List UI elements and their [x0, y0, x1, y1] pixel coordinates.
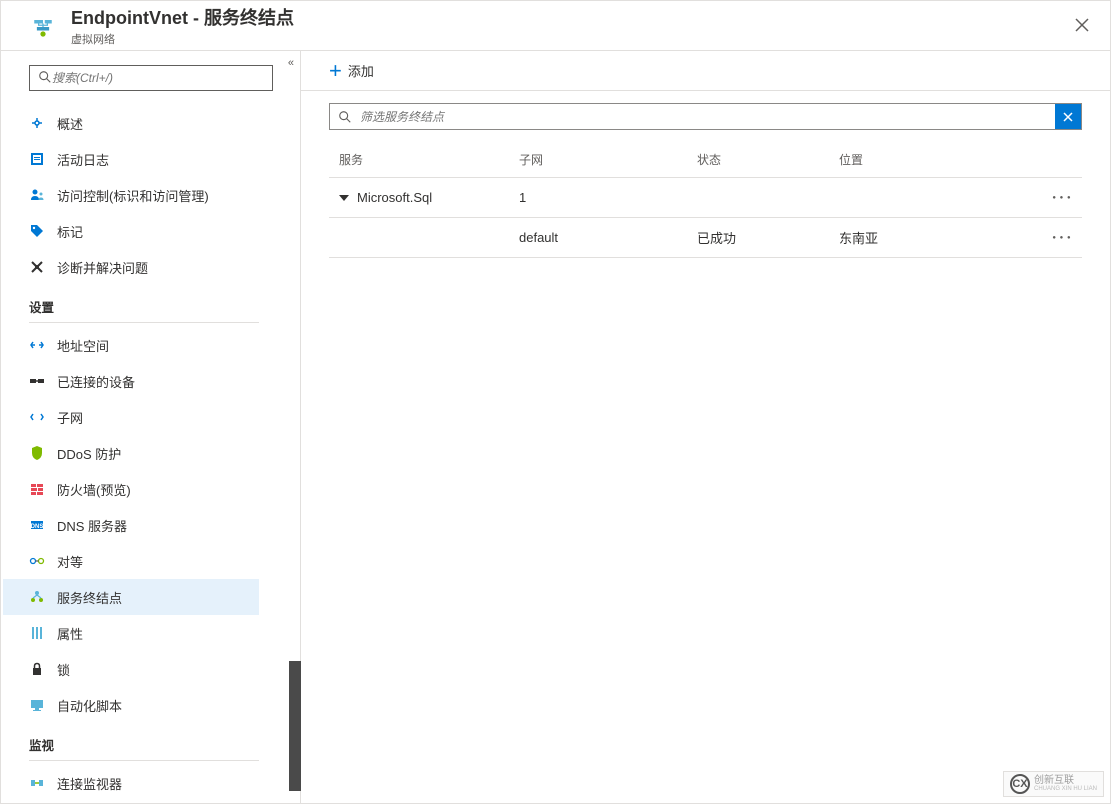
sidebar-item-dns[interactable]: DNS DNS 服务器: [3, 507, 259, 543]
sidebar-item-label: 服务终结点: [57, 588, 122, 607]
row-actions-button[interactable]: ● ● ●: [1042, 195, 1082, 201]
blade-header: EndpointVnet - 服务终结点 虚拟网络: [1, 1, 1110, 51]
filter-input[interactable]: [360, 110, 1055, 124]
sidebar-item-label: 地址空间: [57, 336, 109, 355]
automation-icon: [29, 697, 45, 713]
search-icon: [330, 110, 360, 124]
service-endpoints-icon: [29, 589, 45, 605]
add-button-label: 添加: [348, 61, 374, 80]
service-endpoints-table: 服务 子网 状态 位置 Microsoft.Sql 1 ● ● ● defaul…: [301, 142, 1110, 258]
sidebar-search-input[interactable]: [52, 71, 264, 85]
sidebar-item-automation[interactable]: 自动化脚本: [3, 687, 259, 723]
close-button[interactable]: [1068, 11, 1096, 39]
sidebar-item-label: 诊断并解决问题: [57, 258, 148, 277]
peering-icon: [29, 553, 45, 569]
activity-log-icon: [29, 151, 45, 167]
sidebar-item-label: 锁: [57, 660, 70, 679]
connection-monitor-icon: [29, 775, 45, 791]
sidebar-item-label: 概述: [57, 114, 83, 133]
ddos-icon: [29, 445, 45, 461]
lock-icon: [29, 661, 45, 677]
page-title: EndpointVnet - 服务终结点: [71, 4, 294, 30]
group-subnet-count: 1: [519, 190, 697, 205]
access-control-icon: [29, 187, 45, 203]
sidebar-item-ddos[interactable]: DDoS 防护: [3, 435, 259, 471]
sidebar-item-subnets[interactable]: 子网: [3, 399, 259, 435]
clear-filter-button[interactable]: [1055, 104, 1081, 129]
chevron-down-icon: [339, 195, 349, 201]
sidebar-item-firewall[interactable]: 防火墙(预览): [3, 471, 259, 507]
sidebar: « 概述 活动日志 访问控制(标识和访问管理) 标记 诊断并解决问题: [1, 51, 301, 803]
cell-status: 已成功: [697, 228, 839, 247]
sidebar-item-address-space[interactable]: 地址空间: [3, 327, 259, 363]
watermark: CX 创新互联 CHUANG XIN HU LIAN: [1003, 771, 1104, 797]
plus-icon: +: [329, 60, 342, 82]
row-actions-button[interactable]: ● ● ●: [1042, 235, 1082, 241]
sidebar-item-connection-monitor[interactable]: 连接监视器: [3, 765, 259, 801]
sidebar-item-label: 已连接的设备: [57, 372, 135, 391]
table-group-row[interactable]: Microsoft.Sql 1 ● ● ●: [329, 178, 1082, 218]
sidebar-section-settings: 设置: [29, 285, 259, 323]
sidebar-item-label: 防火墙(预览): [57, 480, 131, 499]
firewall-icon: [29, 481, 45, 497]
sidebar-item-connected-devices[interactable]: 已连接的设备: [3, 363, 259, 399]
sidebar-item-label: 属性: [57, 624, 83, 643]
sidebar-item-access-control[interactable]: 访问控制(标识和访问管理): [3, 177, 259, 213]
add-button[interactable]: + 添加: [329, 60, 374, 82]
sidebar-item-label: DDoS 防护: [57, 444, 121, 463]
address-space-icon: [29, 337, 45, 353]
svg-text:DNS: DNS: [31, 524, 44, 530]
overview-icon: [29, 115, 45, 131]
group-service-name: Microsoft.Sql: [357, 190, 432, 205]
sidebar-item-label: 对等: [57, 552, 83, 571]
sidebar-scrollbar[interactable]: [289, 661, 301, 791]
sidebar-item-activity-log[interactable]: 活动日志: [3, 141, 259, 177]
sidebar-item-label: 子网: [57, 408, 83, 427]
column-header-location[interactable]: 位置: [839, 151, 1042, 168]
column-header-status[interactable]: 状态: [697, 151, 839, 168]
tags-icon: [29, 223, 45, 239]
toolbar: + 添加: [301, 51, 1110, 91]
diagnose-icon: [29, 259, 45, 275]
search-icon: [38, 70, 52, 87]
sidebar-item-locks[interactable]: 锁: [3, 651, 259, 687]
sidebar-item-tags[interactable]: 标记: [3, 213, 259, 249]
connected-devices-icon: [29, 373, 45, 389]
column-header-service[interactable]: 服务: [329, 151, 519, 168]
sidebar-item-label: 标记: [57, 222, 83, 241]
sidebar-item-overview[interactable]: 概述: [3, 105, 259, 141]
table-row[interactable]: default 已成功 东南亚 ● ● ●: [329, 218, 1082, 258]
sidebar-item-label: 活动日志: [57, 150, 109, 169]
sidebar-item-properties[interactable]: 属性: [3, 615, 259, 651]
sidebar-item-peering[interactable]: 对等: [3, 543, 259, 579]
sidebar-item-label: 连接监视器: [57, 774, 122, 793]
watermark-line2: CHUANG XIN HU LIAN: [1034, 786, 1097, 793]
filter-box[interactable]: [329, 103, 1082, 130]
sidebar-section-monitoring: 监视: [29, 723, 259, 761]
sidebar-item-label: DNS 服务器: [57, 516, 127, 535]
watermark-line1: 创新互联: [1034, 775, 1097, 786]
sidebar-item-label: 访问控制(标识和访问管理): [57, 186, 209, 205]
watermark-icon: CX: [1010, 774, 1030, 794]
sidebar-item-service-endpoints[interactable]: 服务终结点: [3, 579, 259, 615]
table-header-row: 服务 子网 状态 位置: [329, 142, 1082, 178]
column-header-subnet[interactable]: 子网: [519, 151, 697, 168]
sidebar-item-label: 自动化脚本: [57, 696, 122, 715]
collapse-sidebar-button[interactable]: «: [288, 57, 294, 69]
properties-icon: [29, 625, 45, 641]
subnets-icon: [29, 409, 45, 425]
cell-location: 东南亚: [839, 228, 1042, 247]
sidebar-search[interactable]: [29, 65, 273, 91]
cell-subnet: default: [519, 230, 697, 245]
vnet-icon: [29, 15, 57, 39]
sidebar-item-diagnose[interactable]: 诊断并解决问题: [3, 249, 259, 285]
dns-icon: DNS: [29, 517, 45, 533]
page-subtitle: 虚拟网络: [71, 31, 294, 47]
content-area: + 添加 服务 子网 状态 位置: [301, 51, 1110, 803]
